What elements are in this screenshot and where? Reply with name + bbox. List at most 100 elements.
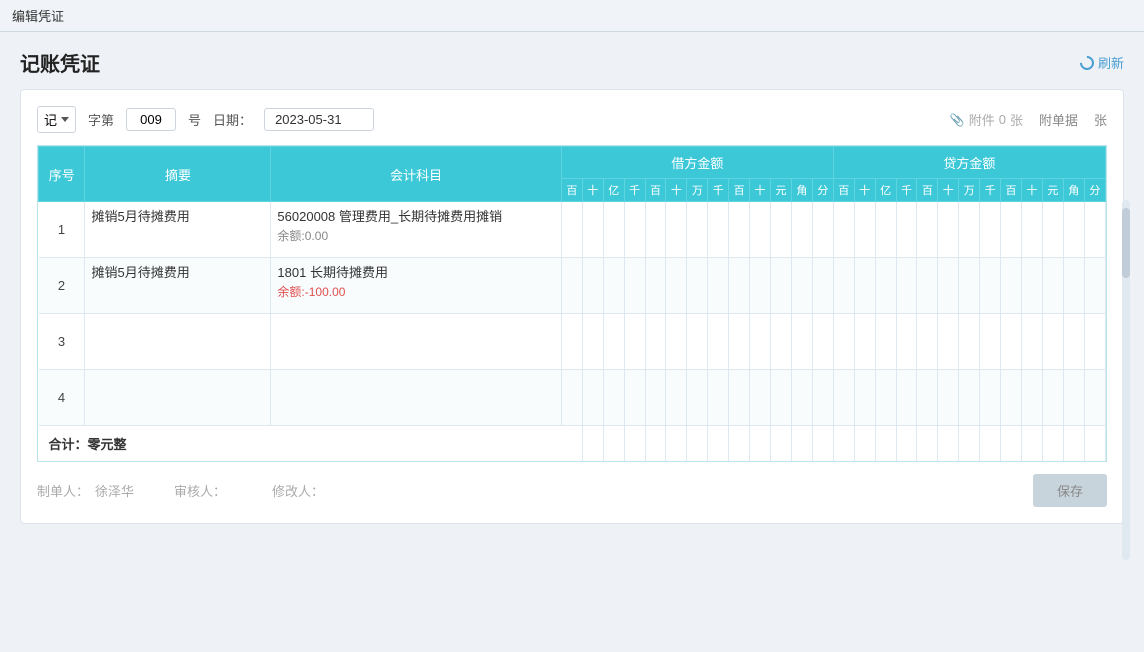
debit-cell-5[interactable] — [666, 258, 687, 314]
debit-cell-7[interactable] — [708, 202, 729, 258]
debit-cell-1[interactable] — [582, 202, 603, 258]
debit-cell-0[interactable] — [561, 202, 582, 258]
debit-cell-11[interactable] — [791, 370, 812, 426]
date-field[interactable]: 2023-05-31 — [264, 108, 374, 131]
credit-cell-5[interactable] — [938, 202, 959, 258]
debit-cell-6[interactable] — [687, 314, 708, 370]
credit-cell-7[interactable] — [980, 202, 1001, 258]
debit-cell-1[interactable] — [582, 258, 603, 314]
debit-cell-10[interactable] — [771, 314, 792, 370]
credit-cell-6[interactable] — [959, 258, 980, 314]
table-row[interactable]: 2摊销5月待摊费用1801 长期待摊费用余额:-100.00 — [39, 258, 1106, 314]
credit-cell-0[interactable] — [833, 258, 854, 314]
scrollbar-thumb[interactable] — [1122, 208, 1130, 278]
debit-cell-0[interactable] — [561, 314, 582, 370]
credit-cell-6[interactable] — [959, 202, 980, 258]
voucher-type-select[interactable]: 记 — [37, 106, 76, 133]
credit-cell-3[interactable] — [896, 314, 917, 370]
attach-doc-label[interactable]: 附单据 — [1039, 110, 1078, 129]
credit-cell-5[interactable] — [938, 258, 959, 314]
debit-cell-2[interactable] — [603, 202, 624, 258]
debit-cell-1[interactable] — [582, 370, 603, 426]
debit-cell-11[interactable] — [791, 314, 812, 370]
debit-cell-6[interactable] — [687, 370, 708, 426]
debit-cell-10[interactable] — [771, 370, 792, 426]
credit-cell-8[interactable] — [1001, 202, 1022, 258]
debit-cell-2[interactable] — [603, 258, 624, 314]
credit-cell-8[interactable] — [1001, 258, 1022, 314]
debit-cell-3[interactable] — [624, 202, 645, 258]
debit-cell-4[interactable] — [645, 202, 666, 258]
credit-cell-10[interactable] — [1042, 370, 1063, 426]
debit-cell-4[interactable] — [645, 370, 666, 426]
debit-cell-11[interactable] — [791, 202, 812, 258]
debit-cell-3[interactable] — [624, 258, 645, 314]
row-summary[interactable] — [85, 314, 271, 370]
credit-cell-7[interactable] — [980, 314, 1001, 370]
debit-cell-9[interactable] — [750, 202, 771, 258]
credit-cell-10[interactable] — [1042, 258, 1063, 314]
credit-cell-2[interactable] — [875, 202, 896, 258]
credit-cell-4[interactable] — [917, 258, 938, 314]
debit-cell-2[interactable] — [603, 314, 624, 370]
debit-cell-3[interactable] — [624, 314, 645, 370]
debit-cell-2[interactable] — [603, 370, 624, 426]
credit-cell-9[interactable] — [1021, 258, 1042, 314]
table-row[interactable]: 1摊销5月待摊费用56020008 管理费用_长期待摊费用摊销余额:0.00 — [39, 202, 1106, 258]
credit-cell-4[interactable] — [917, 202, 938, 258]
credit-cell-5[interactable] — [938, 370, 959, 426]
debit-cell-0[interactable] — [561, 258, 582, 314]
debit-cell-11[interactable] — [791, 258, 812, 314]
debit-cell-10[interactable] — [771, 258, 792, 314]
credit-cell-1[interactable] — [854, 202, 875, 258]
credit-cell-12[interactable] — [1084, 314, 1105, 370]
debit-cell-7[interactable] — [708, 314, 729, 370]
credit-cell-10[interactable] — [1042, 314, 1063, 370]
credit-cell-7[interactable] — [980, 258, 1001, 314]
credit-cell-8[interactable] — [1001, 370, 1022, 426]
row-summary[interactable] — [85, 370, 271, 426]
debit-cell-8[interactable] — [729, 202, 750, 258]
credit-cell-11[interactable] — [1063, 202, 1084, 258]
row-account[interactable] — [271, 370, 562, 426]
debit-cell-0[interactable] — [561, 370, 582, 426]
debit-cell-12[interactable] — [812, 258, 833, 314]
debit-cell-5[interactable] — [666, 202, 687, 258]
credit-cell-10[interactable] — [1042, 202, 1063, 258]
credit-cell-9[interactable] — [1021, 314, 1042, 370]
row-account[interactable]: 1801 长期待摊费用余额:-100.00 — [271, 258, 562, 314]
credit-cell-9[interactable] — [1021, 202, 1042, 258]
credit-cell-1[interactable] — [854, 370, 875, 426]
table-row[interactable]: 3 — [39, 314, 1106, 370]
debit-cell-8[interactable] — [729, 314, 750, 370]
credit-cell-3[interactable] — [896, 370, 917, 426]
credit-cell-8[interactable] — [1001, 314, 1022, 370]
credit-cell-11[interactable] — [1063, 258, 1084, 314]
save-button[interactable]: 保存 — [1033, 474, 1107, 507]
credit-cell-0[interactable] — [833, 370, 854, 426]
credit-cell-0[interactable] — [833, 202, 854, 258]
debit-cell-6[interactable] — [687, 202, 708, 258]
debit-cell-9[interactable] — [750, 314, 771, 370]
credit-cell-3[interactable] — [896, 202, 917, 258]
credit-cell-1[interactable] — [854, 314, 875, 370]
credit-cell-12[interactable] — [1084, 258, 1105, 314]
credit-cell-2[interactable] — [875, 314, 896, 370]
debit-cell-9[interactable] — [750, 370, 771, 426]
credit-cell-11[interactable] — [1063, 314, 1084, 370]
debit-cell-8[interactable] — [729, 370, 750, 426]
refresh-button[interactable]: 刷新 — [1080, 53, 1124, 72]
row-summary[interactable]: 摊销5月待摊费用 — [85, 202, 271, 258]
debit-cell-6[interactable] — [687, 258, 708, 314]
credit-cell-5[interactable] — [938, 314, 959, 370]
debit-cell-12[interactable] — [812, 202, 833, 258]
debit-cell-8[interactable] — [729, 258, 750, 314]
table-row[interactable]: 4 — [39, 370, 1106, 426]
attachment-link[interactable]: 📎 附件 0 张 — [950, 110, 1023, 129]
credit-cell-12[interactable] — [1084, 202, 1105, 258]
debit-cell-3[interactable] — [624, 370, 645, 426]
debit-cell-9[interactable] — [750, 258, 771, 314]
row-account[interactable] — [271, 314, 562, 370]
debit-cell-4[interactable] — [645, 314, 666, 370]
debit-cell-1[interactable] — [582, 314, 603, 370]
